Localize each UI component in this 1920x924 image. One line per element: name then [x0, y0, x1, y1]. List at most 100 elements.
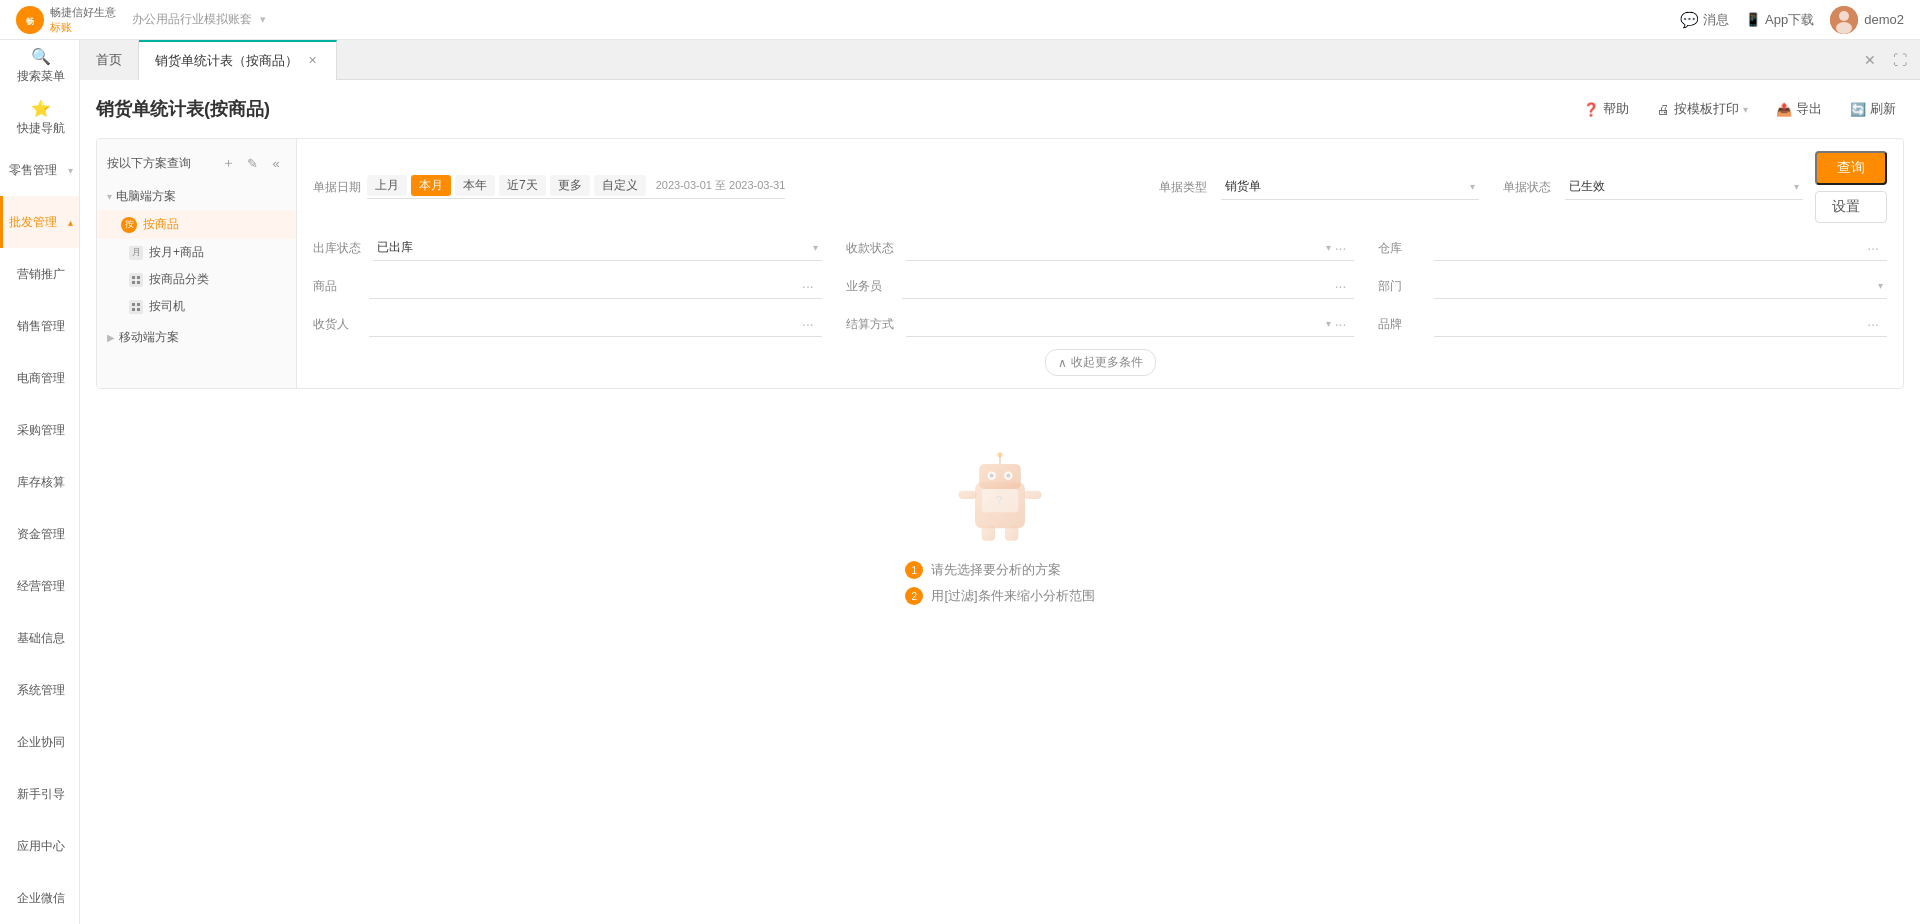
- product-select[interactable]: ···: [369, 273, 822, 299]
- pc-group-arrow: ▾: [107, 191, 112, 202]
- breadcrumb-text: 办公用品行业模拟账套: [132, 11, 252, 28]
- payment-select[interactable]: ▾ ···: [906, 311, 1355, 337]
- sidebar-item-basic[interactable]: 基础信息: [0, 612, 79, 664]
- mobile-group-header[interactable]: ▶ 移动端方案: [97, 324, 296, 351]
- svg-rect-12: [137, 308, 140, 311]
- sidebar-item-retail[interactable]: 零售管理 ▾: [0, 144, 79, 196]
- sidebar-item-marketing[interactable]: 营销推广: [0, 248, 79, 300]
- message-button[interactable]: 💬 消息: [1680, 11, 1729, 29]
- product-label: 商品: [313, 278, 363, 295]
- warehouse-dots[interactable]: ···: [1863, 240, 1883, 256]
- pay-status-dots[interactable]: ···: [1331, 240, 1351, 256]
- month-icon: 月: [129, 246, 143, 260]
- brand-group: 品牌 ···: [1378, 311, 1887, 337]
- tab-home-label: 首页: [96, 51, 122, 69]
- download-icon: 📱: [1745, 12, 1761, 27]
- product-dots[interactable]: ···: [798, 278, 818, 294]
- warehouse-select[interactable]: ···: [1434, 235, 1887, 261]
- app-download-button[interactable]: 📱 App下载: [1745, 11, 1814, 29]
- scheme-by-month-product[interactable]: 月 按月+商品: [97, 239, 296, 266]
- date-more[interactable]: 更多: [550, 175, 590, 196]
- svg-rect-11: [132, 308, 135, 311]
- tab-sales-stat[interactable]: 销货单统计表（按商品） ✕: [139, 40, 337, 80]
- print-button[interactable]: 🖨 按模板打印 ▾: [1649, 96, 1756, 122]
- user-menu[interactable]: demo2: [1830, 6, 1904, 34]
- recipient-select[interactable]: ···: [369, 311, 822, 337]
- empty-tip-2-text: 用[过滤]条件来缩小分析范围: [931, 587, 1094, 605]
- sidebar-item-sales[interactable]: 销售管理: [0, 300, 79, 352]
- sidebar-item-quicknav[interactable]: ⭐ 快捷导航: [0, 92, 79, 144]
- doc-type-label: 单据类型: [1159, 179, 1215, 196]
- date-custom[interactable]: 自定义: [594, 175, 646, 196]
- warehouse-group: 仓库 ···: [1378, 235, 1887, 261]
- query-button[interactable]: 查询: [1815, 151, 1887, 185]
- tab-home[interactable]: 首页: [80, 40, 139, 80]
- date-current-month[interactable]: 本月: [411, 175, 451, 196]
- recipient-dots[interactable]: ···: [798, 316, 818, 332]
- sidebar-label-quicknav: 快捷导航: [17, 120, 65, 137]
- doc-status-select[interactable]: 已生效 ▾: [1565, 174, 1803, 200]
- edit-scheme-button[interactable]: ✎: [242, 153, 262, 173]
- page-title-bar: 销货单统计表(按商品) ❓ 帮助 🖨 按模板打印 ▾ 📤 导出: [96, 96, 1904, 122]
- export-button[interactable]: 📤 导出: [1768, 96, 1830, 122]
- svg-point-17: [990, 474, 994, 478]
- out-status-select[interactable]: 已出库 ▾: [373, 235, 822, 261]
- scheme-by-category[interactable]: 按商品分类: [97, 266, 296, 293]
- print-label: 按模板打印: [1674, 100, 1739, 118]
- sidebar-item-wholesale[interactable]: 批发管理 ▴: [0, 196, 79, 248]
- sidebar-item-purchase[interactable]: 采购管理: [0, 404, 79, 456]
- sidebar-item-inventory[interactable]: 库存核算: [0, 456, 79, 508]
- scheme-by-product[interactable]: 按 按商品: [97, 210, 296, 239]
- username: demo2: [1864, 12, 1904, 27]
- out-status-arrow: ▾: [813, 242, 818, 253]
- scheme-header-actions: ＋ ✎ «: [218, 153, 286, 173]
- sidebar-item-ecommerce[interactable]: 电商管理: [0, 352, 79, 404]
- out-status-value: 已出库: [377, 239, 813, 256]
- right-action-buttons: 查询 设置: [1815, 151, 1887, 223]
- help-button[interactable]: ❓ 帮助: [1575, 96, 1637, 122]
- sidebar-item-finance[interactable]: 资金管理: [0, 508, 79, 560]
- pay-status-select[interactable]: ▾ ···: [906, 235, 1355, 261]
- svg-rect-8: [137, 281, 140, 284]
- export-label: 导出: [1796, 100, 1822, 118]
- print-arrow: ▾: [1743, 104, 1748, 115]
- empty-illustration: ?: [950, 449, 1050, 549]
- filter-row-1: 单据日期 上月 本月 本年 近7天 更多 自定义 2023-03-01 至 20…: [313, 151, 1887, 223]
- collapse-button[interactable]: ∧ 收起更多条件: [1045, 349, 1156, 376]
- scheme-by-product-label: 按商品: [143, 216, 179, 233]
- sidebar-item-system[interactable]: 系统管理: [0, 664, 79, 716]
- sidebar-item-wechat[interactable]: 企业微信: [0, 872, 79, 924]
- doc-type-arrow: ▾: [1470, 181, 1475, 192]
- payment-dots[interactable]: ···: [1331, 316, 1351, 332]
- date-7days[interactable]: 近7天: [499, 175, 546, 196]
- tab-close-button[interactable]: ✕: [304, 53, 320, 69]
- date-current-year[interactable]: 本年: [455, 175, 495, 196]
- collapse-scheme-button[interactable]: «: [266, 153, 286, 173]
- pc-group-header[interactable]: ▾ 电脑端方案: [97, 183, 296, 210]
- brand-select[interactable]: ···: [1434, 311, 1887, 337]
- export-icon: 📤: [1776, 102, 1792, 117]
- settings-button[interactable]: 设置: [1815, 191, 1887, 223]
- salesperson-group: 业务员 ···: [846, 273, 1355, 299]
- mobile-scheme-group: ▶ 移动端方案: [97, 324, 296, 351]
- page-actions: ❓ 帮助 🖨 按模板打印 ▾ 📤 导出 🔄 刷新: [1575, 96, 1904, 122]
- svg-rect-9: [132, 303, 135, 306]
- scheme-by-clerk[interactable]: 按司机: [97, 293, 296, 320]
- sidebar-item-guide[interactable]: 新手引导: [0, 768, 79, 820]
- salesperson-dots[interactable]: ···: [1331, 278, 1351, 294]
- add-scheme-button[interactable]: ＋: [218, 153, 238, 173]
- sidebar-item-cooperation[interactable]: 企业协同: [0, 716, 79, 768]
- date-last-month[interactable]: 上月: [367, 175, 407, 196]
- refresh-button[interactable]: 🔄 刷新: [1842, 96, 1904, 122]
- salesperson-select[interactable]: ···: [902, 273, 1355, 299]
- doc-type-select[interactable]: 销货单 ▾: [1221, 174, 1479, 200]
- svg-point-3: [1839, 11, 1849, 21]
- collapse-label: 收起更多条件: [1071, 354, 1143, 371]
- close-window-button[interactable]: ✕: [1858, 48, 1882, 72]
- brand-dots[interactable]: ···: [1863, 316, 1883, 332]
- maximize-button[interactable]: ⛶: [1888, 48, 1912, 72]
- sidebar-item-apps[interactable]: 应用中心: [0, 820, 79, 872]
- sidebar-item-operations[interactable]: 经营管理: [0, 560, 79, 612]
- sidebar-item-search[interactable]: 🔍 搜索菜单: [0, 40, 79, 92]
- dept-select[interactable]: ▾: [1434, 273, 1887, 299]
